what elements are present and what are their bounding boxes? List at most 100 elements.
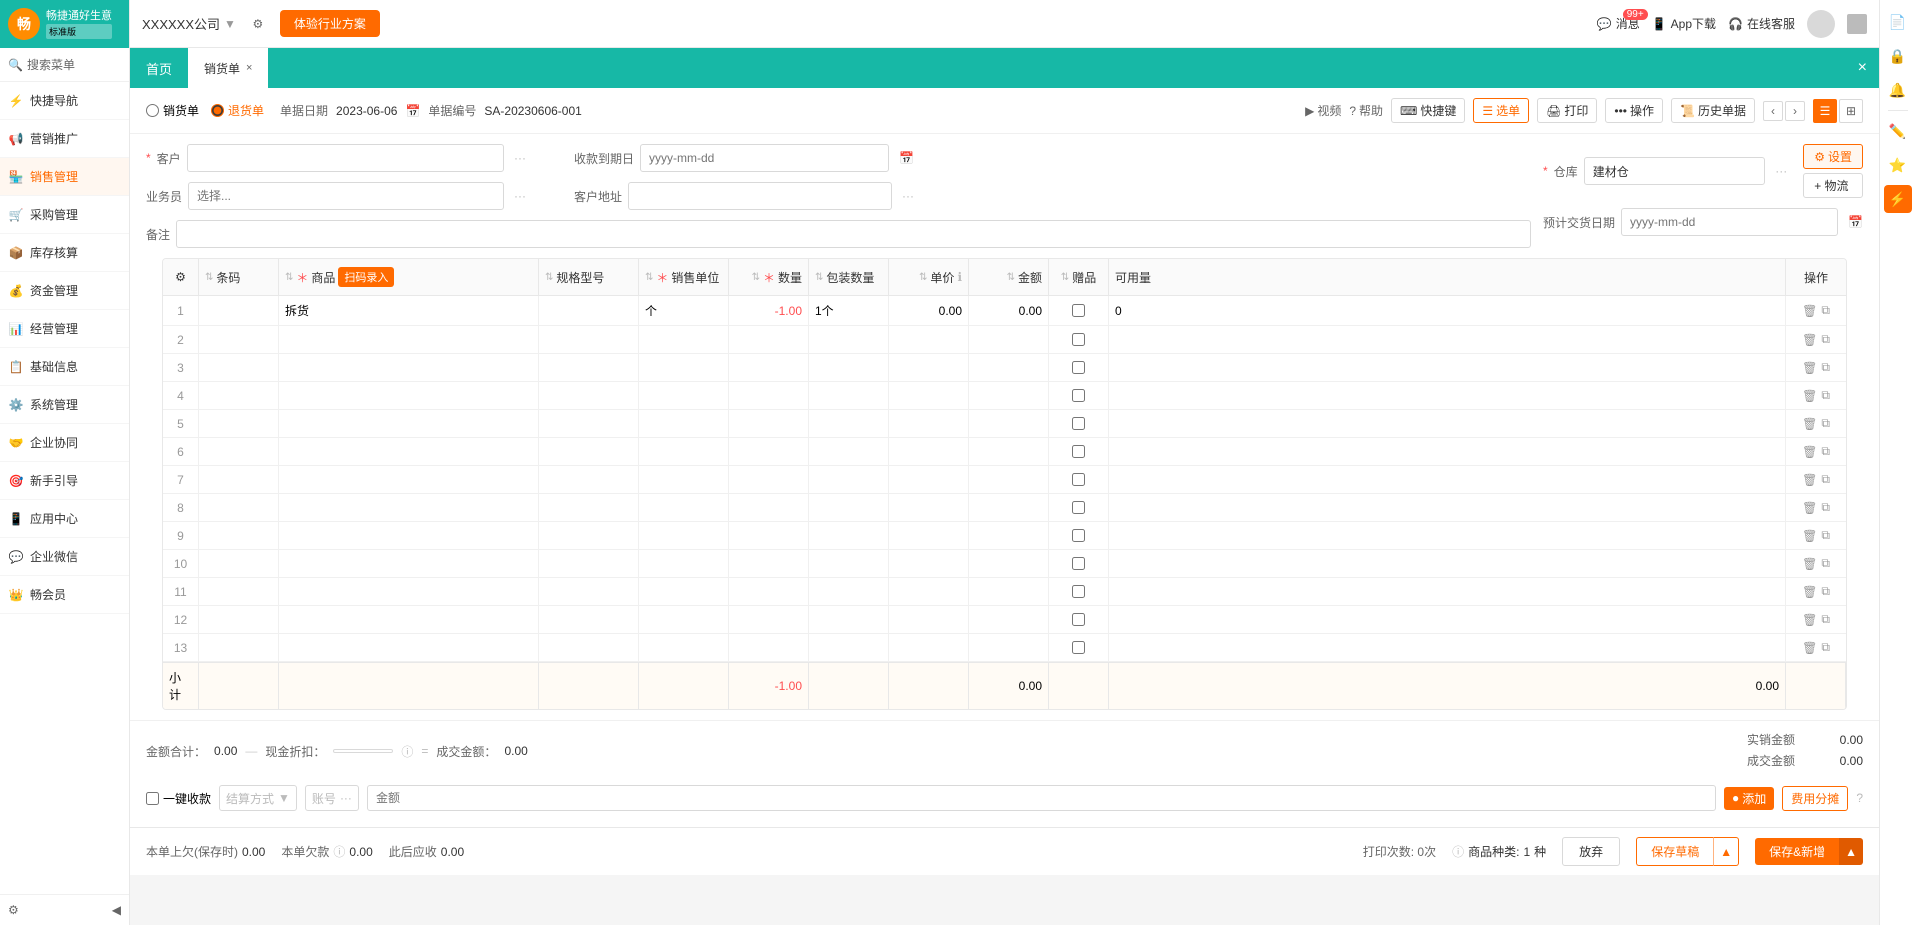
td-barcode[interactable] [199,522,279,549]
td-gift[interactable] [1049,634,1109,661]
customer-addr-input[interactable] [628,182,892,210]
td-spec[interactable] [539,354,639,381]
nav-next[interactable]: › [1785,101,1805,121]
tab-home[interactable]: 首页 [130,48,188,88]
td-qty[interactable] [729,634,809,661]
td-unit[interactable] [639,494,729,521]
online-service-button[interactable]: 🎧 在线客服 [1728,15,1795,32]
gift-checkbox[interactable] [1072,445,1085,458]
delete-icon[interactable]: 🗑 [1802,557,1817,571]
delete-icon[interactable]: 🗑 [1802,585,1817,599]
sidebar-item-ops[interactable]: 📊 经营管理 [0,310,129,348]
sidebar-item-marketing[interactable]: 📢 营销推广 [0,120,129,158]
expected-delivery-input[interactable] [1621,208,1838,236]
td-qty[interactable] [729,438,809,465]
user-avatar-2[interactable] [1847,14,1867,34]
sidebar-item-enterprise-coop[interactable]: 🤝 企业协同 [0,424,129,462]
view-grid[interactable]: ⊞ [1839,99,1863,123]
history-btn[interactable]: 📜 历史单据 [1671,98,1755,123]
operate-btn[interactable]: ••• 操作 [1605,98,1663,123]
td-barcode[interactable] [199,606,279,633]
td-price[interactable] [889,578,969,605]
td-qty[interactable] [729,578,809,605]
td-pkg[interactable] [809,606,889,633]
one-click-payment-checkbox[interactable] [146,792,159,805]
td-gift[interactable] [1049,522,1109,549]
copy-icon[interactable]: ⧉ [1821,444,1830,459]
td-qty[interactable] [729,466,809,493]
td-row1-price[interactable]: 0.00 [889,296,969,325]
gift-checkbox[interactable] [1072,501,1085,514]
delete-icon[interactable]: 🗑 [1802,473,1817,487]
sidebar-item-new-guide[interactable]: 🎯 新手引导 [0,462,129,500]
delete-icon[interactable]: 🗑 [1802,501,1817,515]
td-barcode[interactable] [199,550,279,577]
td-price[interactable] [889,354,969,381]
tab-close-icon[interactable]: × [246,62,252,74]
td-product[interactable] [279,354,539,381]
sidebar-item-sys[interactable]: ⚙️ 系统管理 [0,386,129,424]
td-product[interactable] [279,466,539,493]
td-barcode[interactable] [199,326,279,353]
td-unit[interactable] [639,550,729,577]
copy-icon[interactable]: ⧉ [1821,500,1830,515]
td-spec[interactable] [539,410,639,437]
td-unit[interactable] [639,382,729,409]
copy-icon[interactable]: ⧉ [1821,303,1830,318]
sidebar-collapse-icon[interactable]: ◀ [112,903,121,917]
td-product[interactable] [279,410,539,437]
sidebar-item-capital[interactable]: 💰 资金管理 [0,272,129,310]
td-product[interactable] [279,606,539,633]
topbar-gear-icon[interactable]: ⚙ [244,10,272,38]
gift-checkbox[interactable] [1072,641,1085,654]
td-barcode[interactable] [199,466,279,493]
td-pkg[interactable] [809,438,889,465]
tab-close-all[interactable]: × [1846,48,1879,88]
copy-icon[interactable]: ⧉ [1821,360,1830,375]
td-gift[interactable] [1049,550,1109,577]
td-price[interactable] [889,494,969,521]
td-pkg[interactable] [809,382,889,409]
abandon-button[interactable]: 放弃 [1562,837,1620,866]
gift-checkbox[interactable] [1072,389,1085,402]
panel-item-6[interactable]: ⚡ [1884,185,1912,213]
expected-delivery-calendar[interactable]: 📅 [1848,215,1863,229]
td-spec[interactable] [539,466,639,493]
save-new-chevron[interactable]: ▲ [1839,838,1863,865]
gift-checkbox[interactable] [1072,361,1085,374]
settlement-method-select[interactable]: 结算方式 ▼ [219,785,297,811]
gift-checkbox[interactable] [1072,304,1085,317]
radio-return[interactable]: 退货单 [211,102,264,119]
td-qty[interactable] [729,550,809,577]
td-qty[interactable] [729,410,809,437]
view-list[interactable]: ☰ [1813,99,1837,123]
td-row1-qty[interactable]: -1.00 [729,296,809,325]
td-gift[interactable] [1049,410,1109,437]
td-qty[interactable] [729,494,809,521]
td-barcode[interactable] [199,438,279,465]
account-select[interactable]: 账号 ··· [305,785,359,811]
td-pkg[interactable] [809,326,889,353]
td-gift[interactable] [1049,438,1109,465]
copy-icon[interactable]: ⧉ [1821,528,1830,543]
td-spec[interactable] [539,550,639,577]
gift-checkbox[interactable] [1072,613,1085,626]
save-draft-button[interactable]: 保存草稿 [1636,837,1713,866]
select-btn[interactable]: ☰ 选单 [1473,98,1529,123]
td-pkg[interactable] [809,410,889,437]
panel-item-3[interactable]: 🔔 [1884,76,1912,104]
radio-sale-input[interactable] [146,104,159,117]
copy-icon[interactable]: ⧉ [1821,416,1830,431]
td-unit[interactable] [639,438,729,465]
gift-checkbox[interactable] [1072,529,1085,542]
td-qty[interactable] [729,522,809,549]
td-spec[interactable] [539,326,639,353]
amount-input[interactable] [367,785,1716,811]
copy-icon[interactable]: ⧉ [1821,388,1830,403]
video-link[interactable]: ▶ 视频 [1305,102,1341,119]
td-product[interactable] [279,438,539,465]
td-gift[interactable] [1049,466,1109,493]
td-product[interactable] [279,494,539,521]
td-spec[interactable] [539,578,639,605]
delete-icon[interactable]: 🗑 [1802,445,1817,459]
